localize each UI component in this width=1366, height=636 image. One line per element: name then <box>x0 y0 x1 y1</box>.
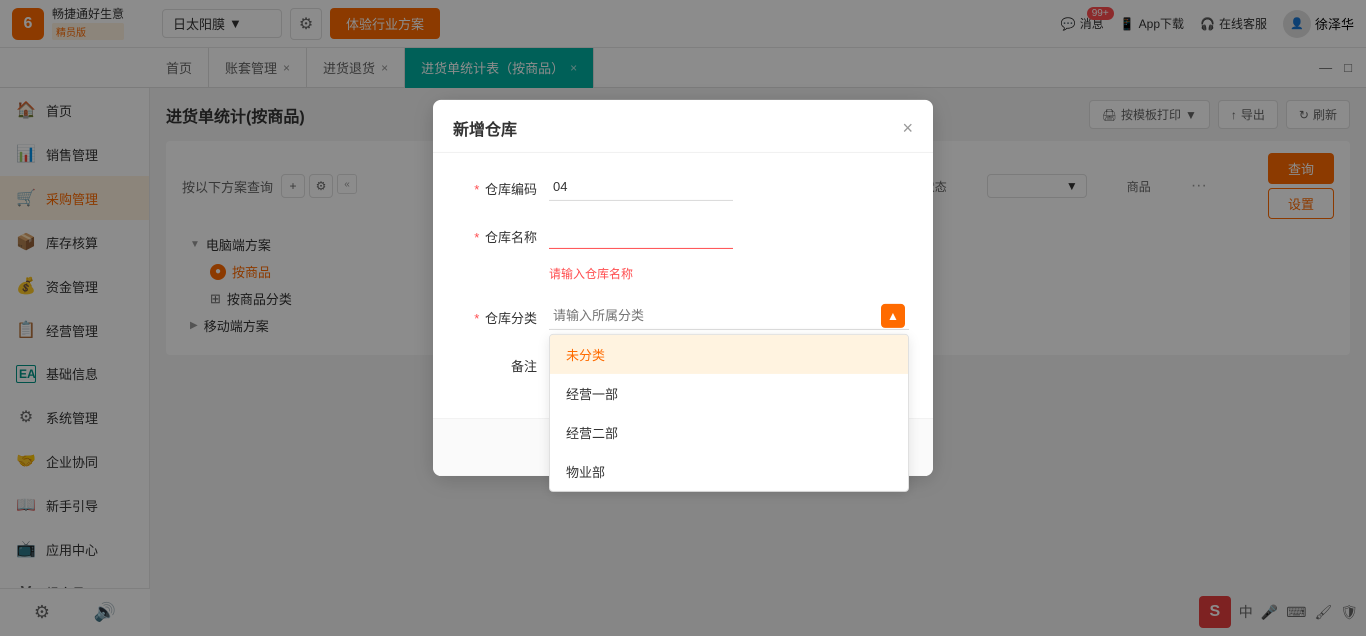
chevron-up-icon: ▲ <box>887 309 899 323</box>
code-label: * 仓库编码 <box>457 173 537 198</box>
form-row-code: * 仓库编码 <box>457 173 909 201</box>
remark-label: 备注 <box>457 350 537 375</box>
form-row-name: * 仓库名称 请输入仓库名称 <box>457 221 909 282</box>
name-input-wrapper <box>549 221 733 249</box>
category-label: * 仓库分类 <box>457 302 537 327</box>
warehouse-code-input[interactable] <box>549 173 733 201</box>
modal-close-button[interactable]: × <box>902 117 913 138</box>
warehouse-category-input[interactable] <box>549 302 909 330</box>
dropdown-item-1[interactable]: 经营一部 <box>550 374 908 413</box>
modal-body: * 仓库编码 * 仓库名称 请输入仓库名称 <box>433 153 933 418</box>
name-error-message: 请输入仓库名称 <box>549 265 633 282</box>
modal-add-warehouse: 新增仓库 × * 仓库编码 * 仓库名称 <box>433 100 933 476</box>
dropdown-item-3[interactable]: 物业部 <box>550 452 908 491</box>
form-row-category: * 仓库分类 ▲ 未分类 经营一部 经营二部 物业部 <box>457 302 909 330</box>
modal-title: 新增仓库 <box>453 116 517 140</box>
category-input-area: ▲ 未分类 经营一部 经营二部 物业部 <box>549 302 909 330</box>
category-toggle-btn[interactable]: ▲ <box>881 304 905 328</box>
warehouse-name-input[interactable] <box>549 221 733 249</box>
name-label: * 仓库名称 <box>457 221 537 246</box>
dropdown-item-0[interactable]: 未分类 <box>550 335 908 374</box>
category-dropdown: 未分类 经营一部 经营二部 物业部 <box>549 334 909 492</box>
modal-header: 新增仓库 × <box>433 100 933 153</box>
code-input-wrapper <box>549 173 909 201</box>
dropdown-item-2[interactable]: 经营二部 <box>550 413 908 452</box>
